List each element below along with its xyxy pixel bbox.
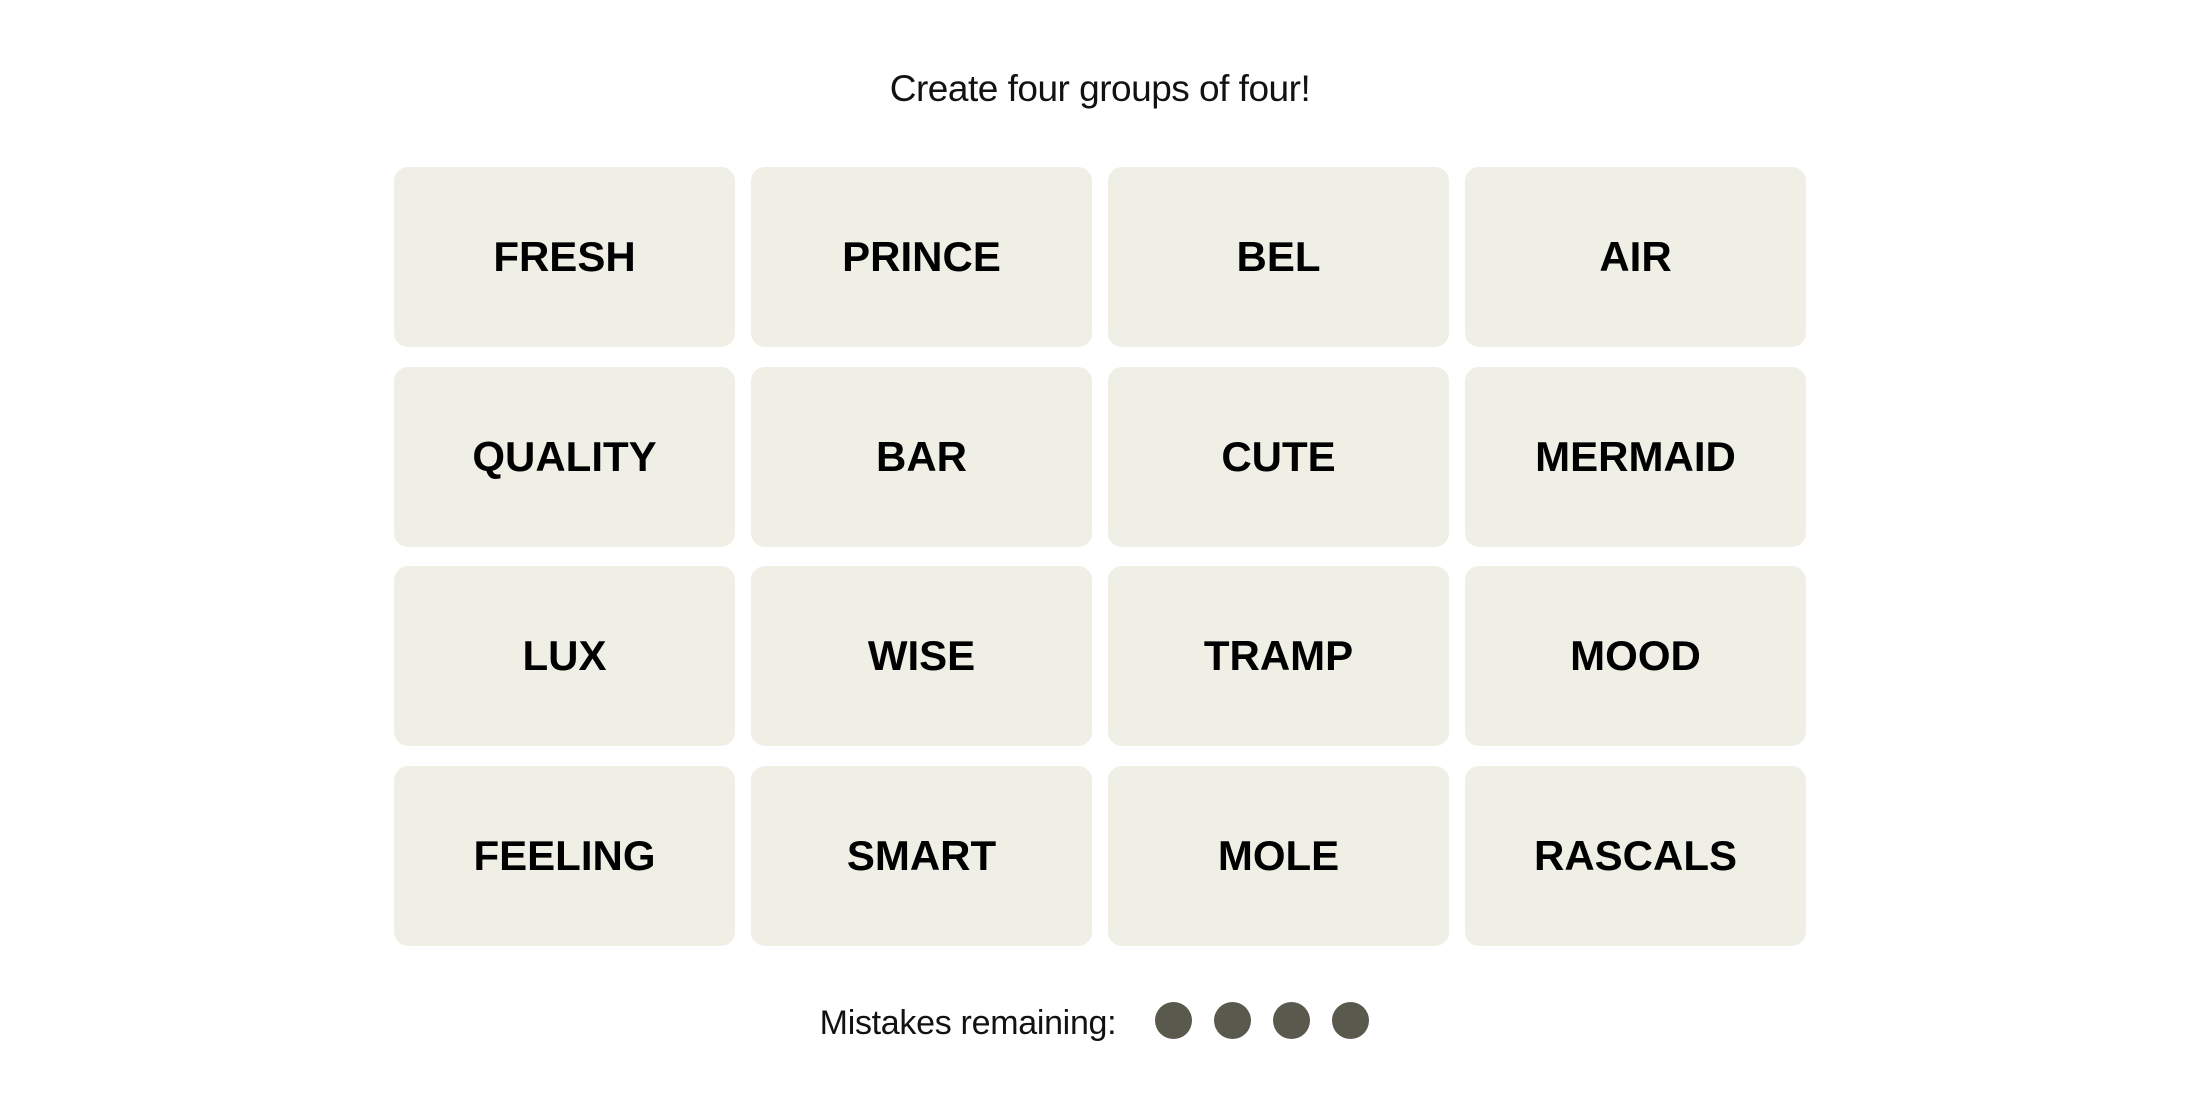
word-tile-label: CUTE	[1221, 432, 1336, 480]
word-tile[interactable]: AIR	[1465, 167, 1806, 347]
mistake-dots	[1144, 1002, 1380, 1044]
word-tile[interactable]: TRAMP	[1108, 566, 1449, 746]
word-tile[interactable]: MOOD	[1465, 566, 1806, 746]
word-tile-label: QUALITY	[472, 432, 657, 480]
word-tile[interactable]: LUX	[394, 566, 735, 746]
word-tile-label: LUX	[522, 632, 607, 679]
mistakes-label: Mistakes remaining:	[819, 1003, 1117, 1042]
word-tile[interactable]: FRESH	[394, 167, 735, 347]
word-tile-label: PRINCE	[842, 233, 1001, 280]
word-tile[interactable]: MERMAID	[1465, 366, 1806, 547]
instructions-text: Create four groups of four!	[889, 68, 1311, 109]
word-tile[interactable]: BEL	[1108, 167, 1449, 347]
word-tile[interactable]: RASCALS	[1465, 765, 1806, 946]
filled-circle-icon	[1214, 1002, 1252, 1039]
mistakes-remaining: Mistakes remaining:	[0, 1000, 2200, 1046]
word-tile[interactable]: PRINCE	[751, 167, 1092, 347]
word-tile[interactable]: WISE	[751, 566, 1092, 746]
word-tile-label: MERMAID	[1535, 432, 1736, 480]
word-tile-label: MOOD	[1570, 632, 1701, 679]
word-tile-label: TRAMP	[1203, 632, 1354, 679]
word-tile[interactable]: BAR	[751, 366, 1092, 547]
word-tile-label: RASCALS	[1533, 831, 1737, 879]
filled-circle-icon	[1332, 1002, 1370, 1039]
word-grid: FRESH PRINCE BEL AIR QUALITY BAR CUTE ME…	[394, 167, 1806, 946]
filled-circle-icon	[1273, 1002, 1311, 1039]
word-tile-label: AIR	[1599, 233, 1672, 280]
word-tile[interactable]: FEELING	[394, 765, 735, 946]
word-tile[interactable]: CUTE	[1108, 366, 1449, 547]
word-tile-label: BAR	[876, 432, 967, 480]
filled-circle-icon	[1155, 1002, 1193, 1039]
word-tile-label: SMART	[846, 831, 997, 879]
word-tile[interactable]: MOLE	[1108, 765, 1449, 946]
word-tile[interactable]: SMART	[751, 765, 1092, 946]
word-tile-label: FEELING	[473, 831, 656, 879]
word-tile-label: WISE	[867, 632, 976, 679]
word-tile-label: MOLE	[1217, 831, 1340, 879]
word-tile[interactable]: QUALITY	[394, 366, 735, 547]
word-tile-label: BEL	[1236, 233, 1321, 280]
word-tile-label: FRESH	[493, 233, 636, 280]
